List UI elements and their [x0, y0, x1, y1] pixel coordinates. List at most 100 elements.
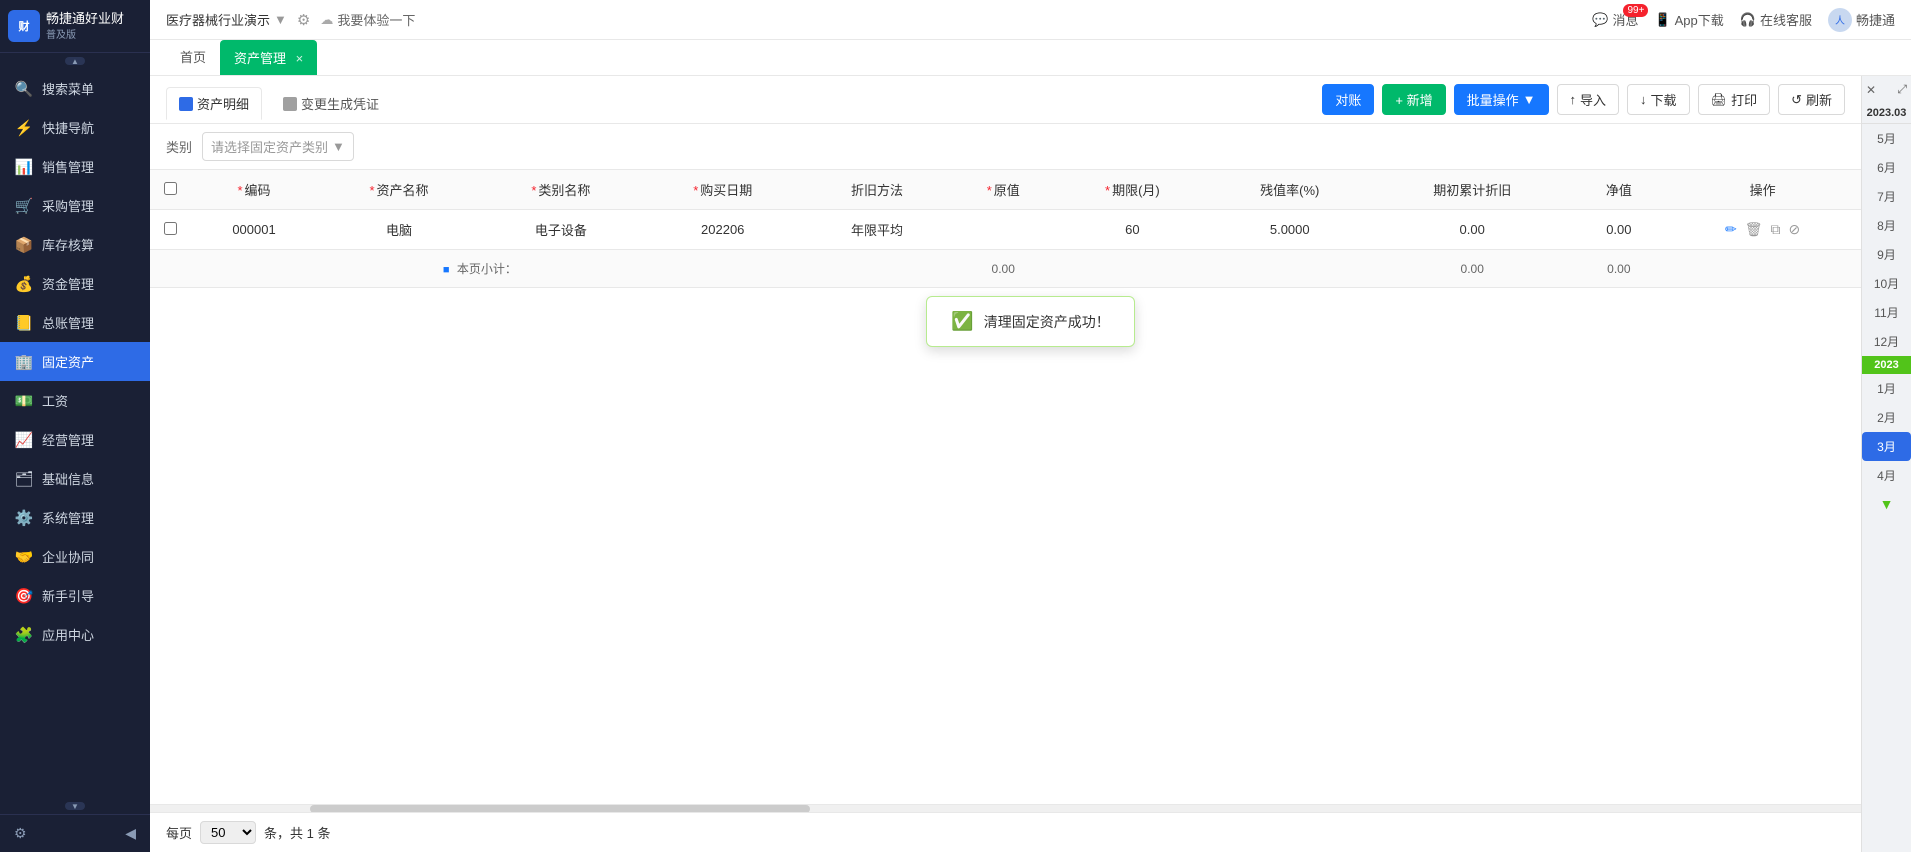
batch-ops-dropdown-icon: ▼ [1523, 92, 1536, 107]
calendar-month-10[interactable]: 10月 [1862, 269, 1911, 298]
topbar-left: 医疗器械行业演示 ▼ ⚙ ☁ 我要体验一下 [166, 10, 415, 29]
cloud-icon: ☁ [320, 12, 333, 28]
sidebar-item-quicknav[interactable]: ⚡ 快捷导航 [0, 108, 150, 147]
sidebar-item-label: 采购管理 [42, 196, 94, 215]
calendar-month-3-current[interactable]: 3月 [1862, 432, 1911, 461]
filter-dropdown-icon: ▼ [332, 139, 345, 154]
inner-tab-change-voucher[interactable]: 变更生成凭证 [270, 87, 392, 120]
per-page-select[interactable]: 50 100 200 [200, 821, 256, 844]
right-panel: ✕ ⤢ 2023.03 5月 6月 7月 8月 9月 10月 11月 12月 2… [1861, 76, 1911, 852]
reconcile-button[interactable]: 对账 [1322, 84, 1374, 115]
table-row: 000001 电脑 电子设备 202206 年限平均 60 5.0000 0.0… [150, 210, 1861, 250]
calendar-month-1[interactable]: 1月 [1862, 374, 1911, 403]
more-icon[interactable]: ⊘ [1788, 221, 1800, 238]
import-button[interactable]: ↑ 导入 [1557, 84, 1620, 115]
refresh-button[interactable]: ↺ 刷新 [1778, 84, 1845, 115]
col-operations: 操作 [1664, 170, 1861, 210]
import-icon: ↑ [1570, 92, 1577, 107]
sidebar-item-label: 企业协同 [42, 547, 94, 566]
calendar-month-12[interactable]: 12月 [1862, 327, 1911, 356]
settings-icon[interactable]: ⚙ [14, 825, 27, 842]
online-service-btn[interactable]: 🎧 在线客服 [1740, 10, 1812, 29]
sidebar-item-basic-info[interactable]: 🗂 基础信息 [0, 459, 150, 498]
panel-expand-icon[interactable]: ⤢ [1897, 82, 1907, 97]
company-selector[interactable]: 医疗器械行业演示 ▼ [166, 10, 287, 29]
topbar-gear-icon[interactable]: ⚙ [297, 11, 310, 29]
message-icon: 💬 [1592, 12, 1608, 28]
sidebar-item-search[interactable]: 🔍 搜索菜单 [0, 69, 150, 108]
print-icon: 🖨 [1711, 92, 1728, 108]
sidebar-item-purchase[interactable]: 🛒 采购管理 [0, 186, 150, 225]
calendar-month-8[interactable]: 8月 [1862, 211, 1911, 240]
batch-ops-button[interactable]: 批量操作 ▼ [1454, 84, 1549, 115]
panel-close-icon[interactable]: ✕ [1866, 83, 1876, 97]
sidebar-item-ledger[interactable]: 📒 总账管理 [0, 303, 150, 342]
search-icon: 🔍 [14, 80, 34, 98]
tabs-bar: 首页 资产管理 × [150, 40, 1911, 76]
new-button[interactable]: + 新增 [1382, 84, 1445, 115]
experience-btn[interactable]: ☁ 我要体验一下 [320, 10, 415, 29]
inner-tabs-row: 资产明细 变更生成凭证 对账 + 新增 [150, 76, 1861, 123]
user-menu[interactable]: 人 畅捷通 [1828, 8, 1895, 32]
row-checkbox[interactable] [164, 222, 177, 235]
sidebar-item-sales[interactable]: 📊 销售管理 [0, 147, 150, 186]
guide-icon: 🎯 [14, 587, 34, 605]
edit-icon[interactable]: ✏ [1725, 221, 1737, 238]
calendar-month-11[interactable]: 11月 [1862, 298, 1911, 327]
calendar-month-6[interactable]: 6月 [1862, 153, 1911, 182]
sidebar-item-salary[interactable]: 💵 工资 [0, 381, 150, 420]
logo-icon: 财 [8, 10, 40, 42]
category-select[interactable]: 请选择固定资产类别 ▼ [202, 132, 354, 161]
sidebar-item-label: 工资 [42, 391, 68, 410]
assets-table: *编码 *资产名称 *类别名称 *购买日期 折旧方法 *原值 *期限(月) 残值… [150, 170, 1861, 288]
topbar-right: 💬 消息 99+ 📱 App下载 🎧 在线客服 人 畅捷通 [1592, 8, 1895, 32]
operations-icon: 📈 [14, 431, 34, 449]
sidebar-item-system[interactable]: ⚙️ 系统管理 [0, 498, 150, 537]
calendar-month-2[interactable]: 2月 [1862, 403, 1911, 432]
app-download-btn[interactable]: 📱 App下载 [1654, 10, 1723, 29]
asset-detail-icon [179, 97, 193, 111]
collapse-icon[interactable]: ◀ [125, 825, 136, 842]
inner-tab-label: 资产明细 [197, 94, 249, 113]
col-period: *期限(月) [1056, 170, 1209, 210]
username: 畅捷通 [1856, 10, 1895, 29]
tab-close-icon[interactable]: × [296, 51, 304, 66]
select-all-header[interactable] [150, 170, 190, 210]
select-all-checkbox[interactable] [164, 182, 177, 195]
calendar-month-5[interactable]: 5月 [1862, 124, 1911, 153]
sidebar-scroll-down[interactable]: ▼ [0, 798, 150, 814]
row-checkbox-cell[interactable] [150, 210, 190, 250]
sidebar-item-inventory[interactable]: 📦 库存核算 [0, 225, 150, 264]
calendar-scroll-down[interactable]: ▼ [1880, 490, 1894, 518]
sidebar-item-finance[interactable]: 💰 资金管理 [0, 264, 150, 303]
messages-btn[interactable]: 💬 消息 99+ [1592, 10, 1638, 29]
calendar-month-7[interactable]: 7月 [1862, 182, 1911, 211]
sidebar-item-guide[interactable]: 🎯 新手引导 [0, 576, 150, 615]
sidebar-scroll-up[interactable]: ▲ [0, 53, 150, 69]
sidebar-item-fixed-assets[interactable]: 🏢 固定资产 [0, 342, 150, 381]
calendar-month-9[interactable]: 9月 [1862, 240, 1911, 269]
row-residual-rate: 5.0000 [1209, 210, 1371, 250]
content: 资产明细 变更生成凭证 对账 + 新增 [150, 76, 1911, 852]
purchase-icon: 🛒 [14, 197, 34, 215]
inner-tabs-toolbar: 资产明细 变更生成凭证 对账 + 新增 [150, 76, 1861, 124]
print-button[interactable]: 🖨 打印 [1698, 84, 1771, 115]
mobile-icon: 📱 [1654, 12, 1670, 28]
sidebar-item-operations[interactable]: 📈 经营管理 [0, 420, 150, 459]
row-depreciation: 年限平均 [804, 210, 951, 250]
table-scrollbar[interactable] [150, 804, 1861, 812]
calendar-months: 5月 6月 7月 8月 9月 10月 11月 12月 2023 1月 2月 3月… [1862, 124, 1911, 852]
delete-icon[interactable]: 🗑 [1745, 221, 1763, 238]
row-net-value: 0.00 [1574, 210, 1665, 250]
subtotal-original: 0.00 [950, 250, 1056, 288]
sidebar-item-app-center[interactable]: 🧩 应用中心 [0, 615, 150, 654]
sidebar-item-collab[interactable]: 🤝 企业协同 [0, 537, 150, 576]
download-button[interactable]: ↓ 下载 [1627, 84, 1690, 115]
inner-tab-asset-detail[interactable]: 资产明细 [166, 87, 262, 120]
toast-message: 清理固定资产成功！ [984, 312, 1110, 332]
tab-home[interactable]: 首页 [166, 39, 220, 76]
filter-select-display: 请选择固定资产类别 [211, 137, 328, 156]
calendar-month-4[interactable]: 4月 [1862, 461, 1911, 490]
tab-asset-management[interactable]: 资产管理 × [220, 40, 317, 75]
copy-icon[interactable]: ⧉ [1770, 221, 1780, 238]
